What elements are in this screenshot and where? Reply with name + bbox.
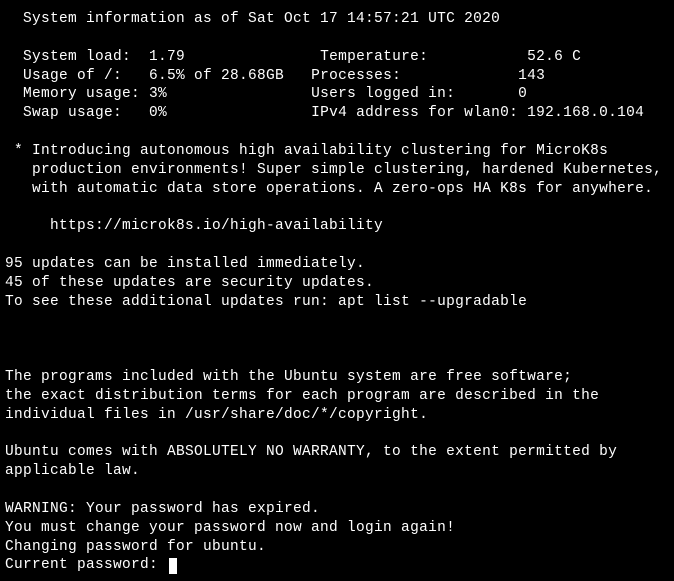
ipv4-label: IPv4 address for wlan0: xyxy=(311,105,527,121)
sysinfo-load-row: System load: 1.79 Temperature: 52.6 C xyxy=(5,48,669,67)
ipv4-value: 192.168.0.104 xyxy=(527,105,644,121)
blank-line xyxy=(5,481,669,500)
news-line-2: production environments! Super simple cl… xyxy=(5,161,669,180)
users-label: Users logged in: xyxy=(311,86,518,102)
processes-value: 143 xyxy=(518,68,545,84)
blank-line xyxy=(5,236,669,255)
legal-line-5: applicable law. xyxy=(5,462,669,481)
users-value: 0 xyxy=(518,86,527,102)
legal-line-2: the exact distribution terms for each pr… xyxy=(5,387,669,406)
sysinfo-memory-row: Memory usage: 3% Users logged in: 0 xyxy=(5,85,669,104)
temp-label: Temperature: xyxy=(320,49,527,65)
blank-line xyxy=(5,349,669,368)
swap-value: 0% xyxy=(149,105,167,121)
updates-line-2: 45 of these updates are security updates… xyxy=(5,274,669,293)
legal-line-3: individual files in /usr/share/doc/*/cop… xyxy=(5,406,669,425)
legal-line-4: Ubuntu comes with ABSOLUTELY NO WARRANTY… xyxy=(5,443,669,462)
password-prompt-row[interactable]: Current password: xyxy=(5,556,669,575)
cursor-icon xyxy=(169,558,177,574)
sysinfo-header: System information as of Sat Oct 17 14:5… xyxy=(5,10,669,29)
updates-line-1: 95 updates can be installed immediately. xyxy=(5,255,669,274)
password-changing: Changing password for ubuntu. xyxy=(5,538,669,557)
legal-line-1: The programs included with the Ubuntu sy… xyxy=(5,368,669,387)
news-line-3: with automatic data store operations. A … xyxy=(5,180,669,199)
processes-label: Processes: xyxy=(311,68,518,84)
swap-label: Swap usage: xyxy=(5,105,149,121)
blank-line xyxy=(5,123,669,142)
temp-value: 52.6 C xyxy=(527,49,581,65)
blank-line xyxy=(5,330,669,349)
news-line-1: * Introducing autonomous high availabili… xyxy=(5,142,669,161)
blank-line xyxy=(5,425,669,444)
blank-line xyxy=(5,198,669,217)
memory-value: 3% xyxy=(149,86,167,102)
news-url: https://microk8s.io/high-availability xyxy=(5,217,669,236)
load-label: System load: xyxy=(5,49,149,65)
updates-line-3: To see these additional updates run: apt… xyxy=(5,293,669,312)
memory-label: Memory usage: xyxy=(5,86,149,102)
usage-value: 6.5% of 28.68GB xyxy=(149,68,284,84)
blank-line xyxy=(5,29,669,48)
password-instruct: You must change your password now and lo… xyxy=(5,519,669,538)
password-prompt-label: Current password: xyxy=(5,556,167,575)
sysinfo-swap-row: Swap usage: 0% IPv4 address for wlan0: 1… xyxy=(5,104,669,123)
password-warning: WARNING: Your password has expired. xyxy=(5,500,669,519)
usage-label: Usage of /: xyxy=(5,68,149,84)
load-value: 1.79 xyxy=(149,49,185,65)
sysinfo-usage-row: Usage of /: 6.5% of 28.68GB Processes: 1… xyxy=(5,67,669,86)
blank-line xyxy=(5,312,669,331)
